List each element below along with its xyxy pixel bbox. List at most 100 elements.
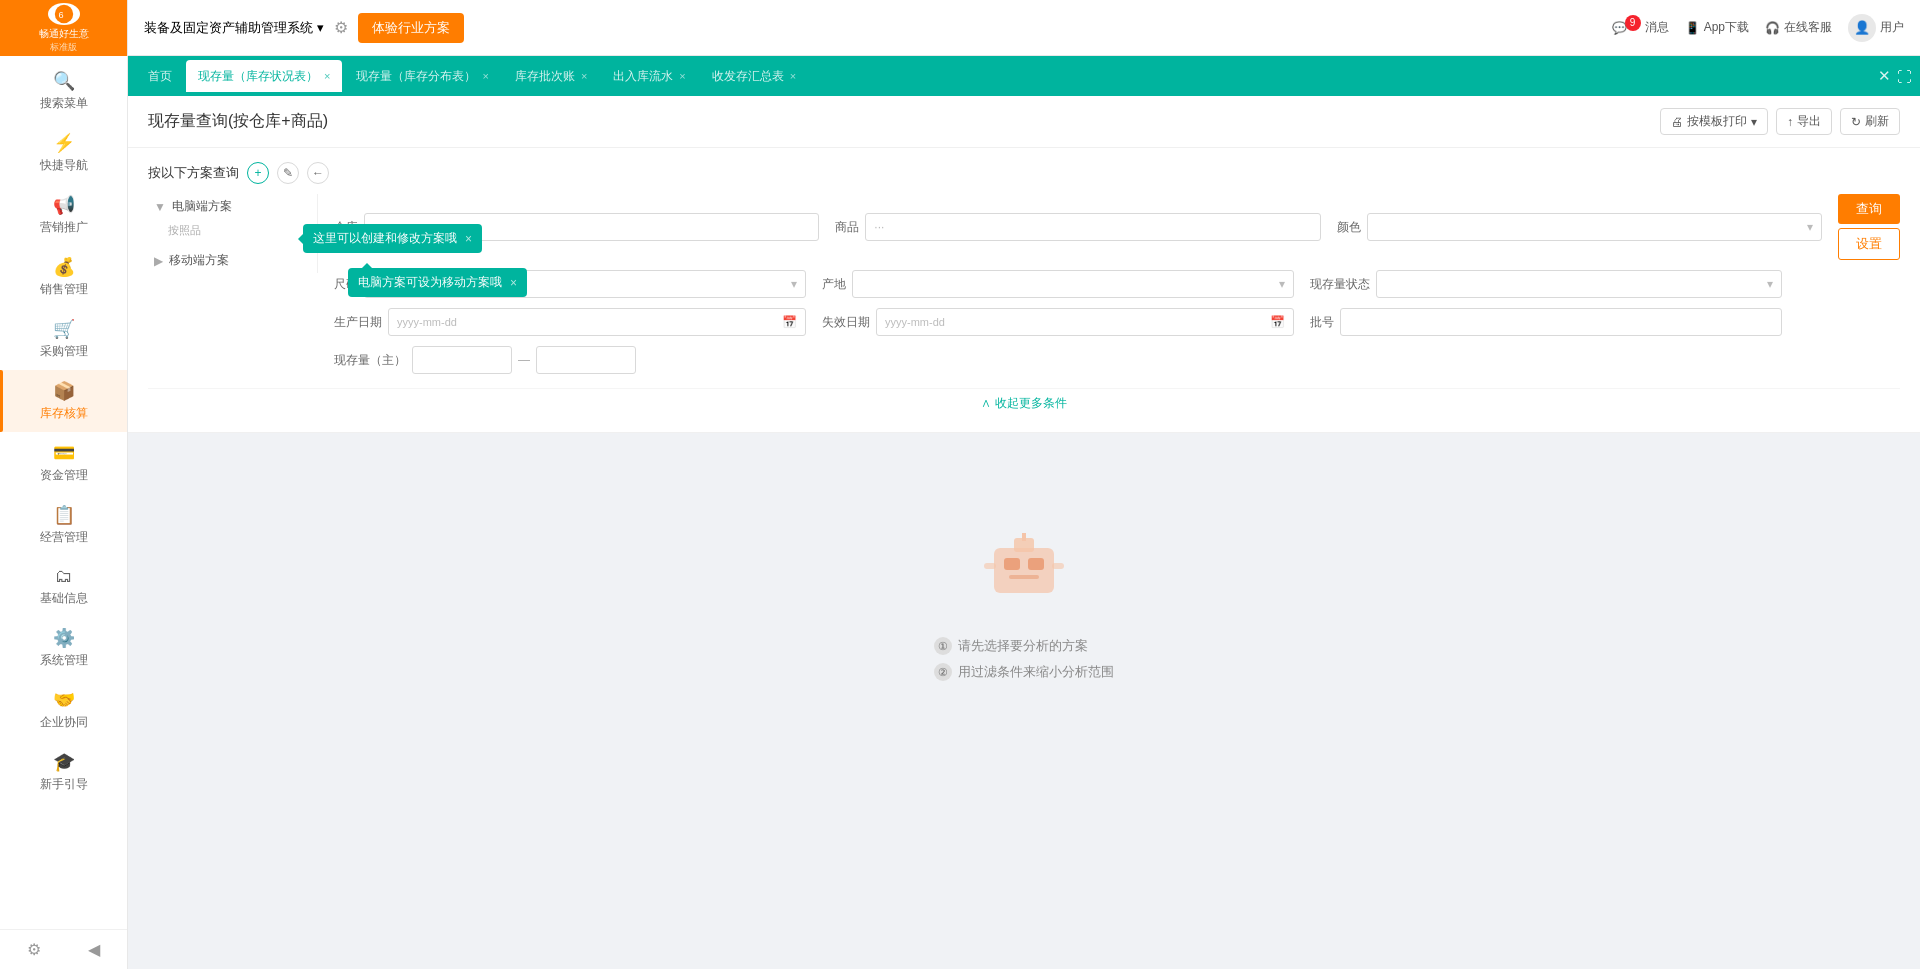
create-scheme-tooltip: 这里可以创建和修改方案哦 × [303, 224, 482, 253]
svg-rect-5 [1009, 575, 1039, 579]
scheme-tooltip-text: 电脑方案可设为移动方案哦 [358, 274, 502, 291]
tab-batch-account[interactable]: 库存批次账 × [503, 60, 599, 92]
app-download-btn[interactable]: 📱 App下载 [1685, 19, 1749, 36]
filter-row-1: 仓库 ··· 商品 ··· [334, 194, 1900, 260]
sidebar-label-system: 系统管理 [40, 652, 88, 669]
headset-icon: 🎧 [1765, 21, 1780, 35]
sidebar-label-basicinfo: 基础信息 [40, 590, 88, 607]
batch-input[interactable] [1340, 308, 1782, 336]
stock-qty-from[interactable] [412, 346, 512, 374]
scheme-desktop-label: 电脑端方案 [172, 198, 232, 215]
scheme-mobile-expand[interactable]: ▶ 移动端方案 [148, 248, 307, 273]
sidebar-item-sales[interactable]: 💰 销售管理 [0, 246, 127, 308]
sidebar-item-marketing[interactable]: 📢 营销推广 [0, 184, 127, 246]
filter-row-3: 生产日期 yyyy-mm-dd 📅 失效日期 yyyy-mm-dd 📅 [334, 308, 1900, 336]
expiry-date-cal: 📅 [1270, 315, 1285, 329]
expiry-date-label: 失效日期 [822, 314, 870, 331]
tab-inout-flow-close[interactable]: × [679, 70, 685, 82]
step-2-text: 用过滤条件来缩小分析范围 [958, 659, 1114, 685]
print-label: 按模板打印 [1687, 113, 1747, 130]
topbar-settings-icon[interactable]: ⚙ [334, 18, 348, 37]
tab-inventory-status-close[interactable]: × [324, 70, 330, 82]
user-btn[interactable]: 👤 用户 [1848, 14, 1904, 42]
sidebar-item-guide[interactable]: 🎓 新手引导 [0, 741, 127, 803]
scheme-tooltip-close[interactable]: × [510, 276, 517, 290]
industry-solution-btn[interactable]: 体验行业方案 [358, 13, 464, 43]
tab-inventory-status[interactable]: 现存量（库存状况表） × [186, 60, 342, 92]
filter-expiry-date: 失效日期 yyyy-mm-dd 📅 [822, 308, 1294, 336]
tab-inventory-dist[interactable]: 现存量（库存分布表） × [344, 60, 500, 92]
color-select[interactable]: ▾ [1367, 213, 1822, 241]
product-select[interactable]: ··· [865, 213, 1320, 241]
tab-summary-close[interactable]: × [790, 70, 796, 82]
sidebar-label-collab: 企业协同 [40, 714, 88, 731]
tab-summary[interactable]: 收发存汇总表 × [700, 60, 808, 92]
empty-illustration [974, 513, 1074, 613]
tab-inventory-dist-close[interactable]: × [482, 70, 488, 82]
settings-icon[interactable]: ⚙ [27, 940, 41, 959]
production-date-label: 生产日期 [334, 314, 382, 331]
sidebar-item-purchase[interactable]: 🛒 采购管理 [0, 308, 127, 370]
print-btn[interactable]: 🖨 按模板打印 ▾ [1660, 108, 1768, 135]
page-actions: 🖨 按模板打印 ▾ ↑ 导出 ↻ 刷新 [1660, 108, 1900, 135]
filter-label: 按以下方案查询 [148, 164, 239, 182]
maximize-btn[interactable]: ⛶ [1897, 67, 1912, 85]
sidebar-item-collab[interactable]: 🤝 企业协同 [0, 679, 127, 741]
page-header: 现存量查询(按仓库+商品) 🖨 按模板打印 ▾ ↑ 导出 ↻ 刷新 [128, 96, 1920, 148]
sidebar-item-basic-info[interactable]: 🗂 基础信息 [0, 556, 127, 617]
sidebar-item-search[interactable]: 🔍 搜索菜单 [0, 60, 127, 122]
collapse-filters-btn[interactable]: ∧ 收起更多条件 [148, 388, 1900, 418]
filter-row-2: 尺码 ▾ 产地 ▾ [334, 270, 1900, 298]
export-icon: ↑ [1787, 115, 1793, 129]
origin-select[interactable]: ▾ [852, 270, 1294, 298]
messages-btn[interactable]: 💬 9 消息 [1612, 19, 1669, 36]
avatar: 👤 [1848, 14, 1876, 42]
content-area: 现存量查询(按仓库+商品) 🖨 按模板打印 ▾ ↑ 导出 ↻ 刷新 [128, 96, 1920, 969]
tab-home[interactable]: 首页 [136, 60, 184, 92]
sidebar-label-operations: 经营管理 [40, 529, 88, 546]
search-btn[interactable]: 查询 [1838, 194, 1900, 224]
sales-icon: 💰 [53, 256, 75, 278]
expand-arrow-icon: ▼ [154, 200, 166, 214]
collab-icon: 🤝 [53, 689, 75, 711]
sidebar-item-operations[interactable]: 📋 经营管理 [0, 494, 127, 556]
refresh-icon: ↻ [1851, 115, 1861, 129]
sidebar-item-finance[interactable]: 💳 资金管理 [0, 432, 127, 494]
filter-production-date: 生产日期 yyyy-mm-dd 📅 [334, 308, 806, 336]
refresh-label: 刷新 [1865, 113, 1889, 130]
scheme-desktop-expand[interactable]: ▼ 电脑端方案 [148, 194, 307, 219]
add-scheme-btn[interactable]: + [247, 162, 269, 184]
edit-scheme-btn[interactable]: ✎ [277, 162, 299, 184]
create-tooltip-close[interactable]: × [465, 232, 472, 246]
sidebar-item-inventory[interactable]: 📦 库存核算 [0, 370, 127, 432]
production-date-from[interactable]: yyyy-mm-dd 📅 [388, 308, 806, 336]
sidebar-item-system[interactable]: ⚙️ 系统管理 [0, 617, 127, 679]
tab-batch-account-close[interactable]: × [581, 70, 587, 82]
sidebar-item-quicknav[interactable]: ⚡ 快捷导航 [0, 122, 127, 184]
system-name: 装备及固定资产辅助管理系统 [144, 19, 313, 37]
system-dropdown[interactable]: 装备及固定资产辅助管理系统 ▾ [144, 19, 324, 37]
tab-inventory-status-label: 现存量（库存状况表） [198, 68, 318, 85]
svg-rect-8 [984, 563, 996, 569]
empty-steps: ① 请先选择要分析的方案 ② 用过滤条件来缩小分析范围 [934, 633, 1114, 685]
prod-date-from-cal: 📅 [782, 315, 797, 329]
tab-inout-flow[interactable]: 出入库流水 × [601, 60, 697, 92]
back-scheme-btn[interactable]: ← [307, 162, 329, 184]
page-title: 现存量查询(按仓库+商品) [148, 111, 328, 132]
export-btn[interactable]: ↑ 导出 [1776, 108, 1832, 135]
scheme-desktop-item[interactable]: 按照品 [148, 219, 307, 242]
expiry-date-from[interactable]: yyyy-mm-dd 📅 [876, 308, 1294, 336]
tabs-bar: 首页 现存量（库存状况表） × 现存量（库存分布表） × 库存批次账 × 出入库… [128, 56, 1920, 96]
scheme-desktop-sub: 按照品 [168, 223, 201, 238]
marketing-icon: 📢 [53, 194, 75, 216]
tab-home-label: 首页 [148, 68, 172, 85]
refresh-btn[interactable]: ↻ 刷新 [1840, 108, 1900, 135]
collapse-sidebar-btn[interactable]: ◀ [88, 940, 100, 959]
stock-status-select[interactable]: ▾ [1376, 270, 1782, 298]
svg-text:6: 6 [58, 9, 63, 19]
filter-batch: 批号 [1310, 308, 1782, 336]
stock-qty-to[interactable] [536, 346, 636, 374]
online-service-btn[interactable]: 🎧 在线客服 [1765, 19, 1832, 36]
reset-btn[interactable]: 设置 [1838, 228, 1900, 260]
close-all-tabs-btn[interactable]: ✕ [1878, 67, 1891, 85]
